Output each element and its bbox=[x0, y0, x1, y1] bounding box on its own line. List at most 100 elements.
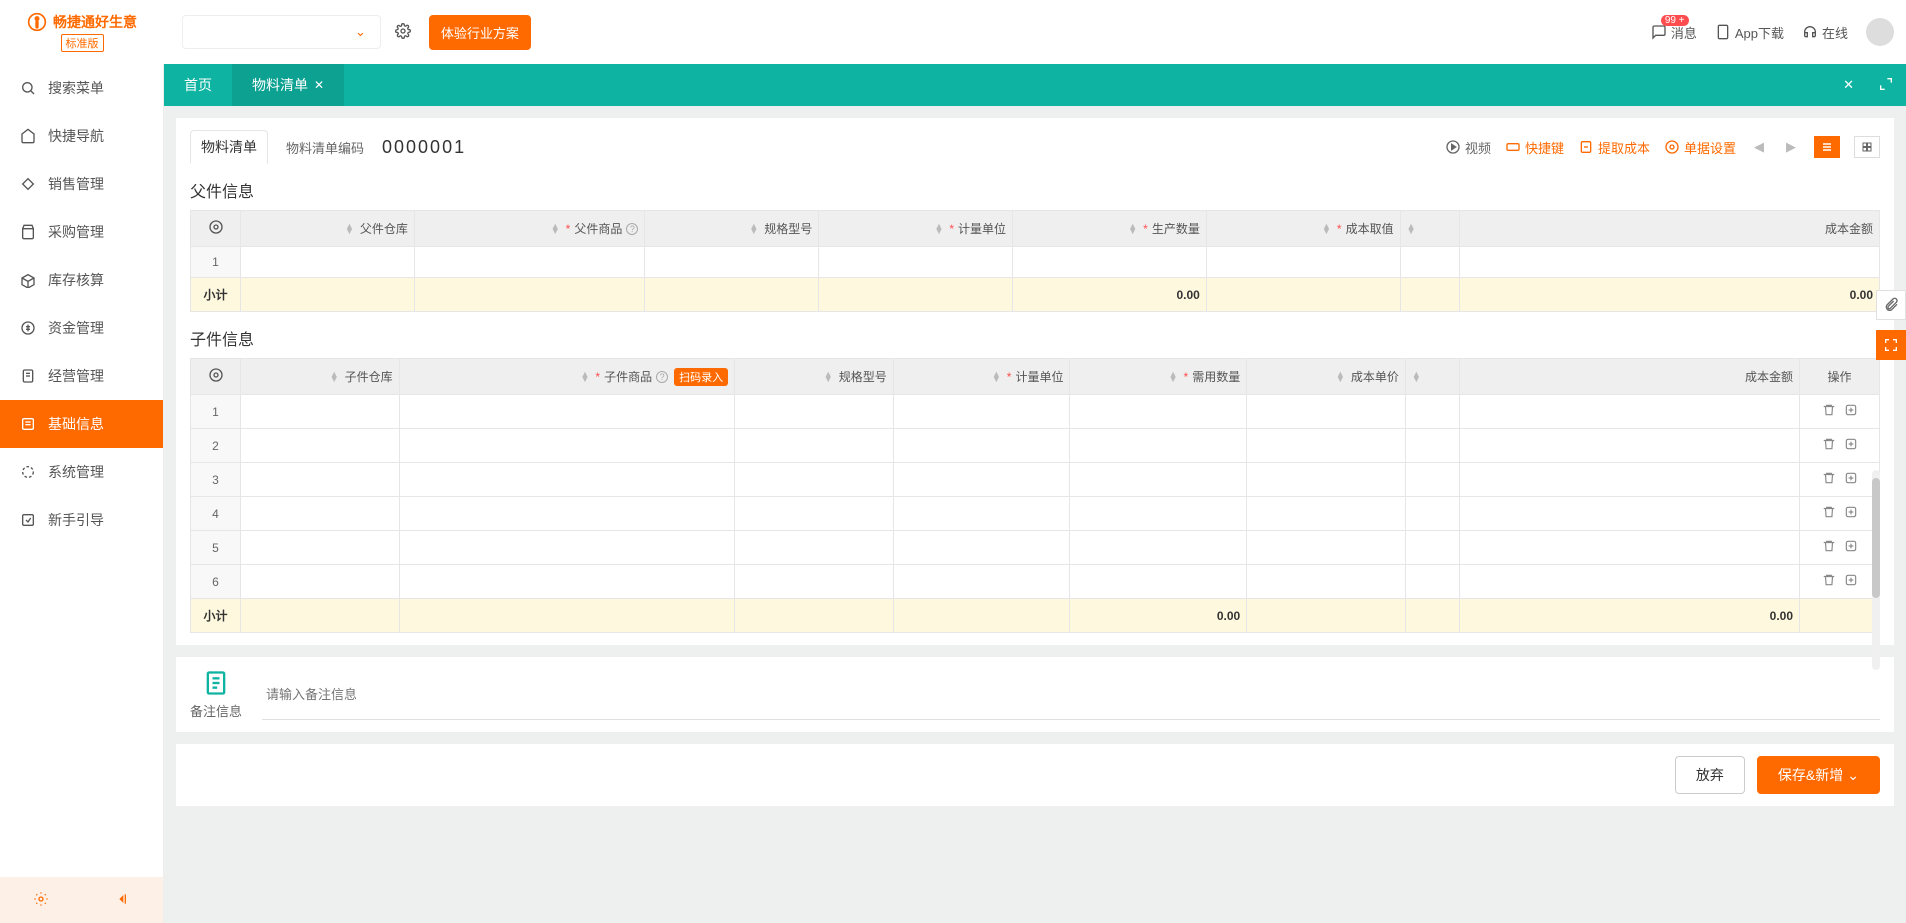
child-col-warehouse[interactable]: ▲▼子件仓库 bbox=[241, 359, 400, 395]
row-add-button[interactable] bbox=[1844, 505, 1858, 519]
child-section-title: 子件信息 bbox=[190, 326, 1880, 350]
sidebar-item-quicknav[interactable]: 快捷导航 bbox=[0, 112, 163, 160]
video-link[interactable]: 视频 bbox=[1445, 138, 1491, 157]
sidebar-item-basedata[interactable]: 基础信息 bbox=[0, 400, 163, 448]
child-col-spec[interactable]: ▲▼规格型号 bbox=[735, 359, 894, 395]
row-delete-button[interactable] bbox=[1822, 573, 1836, 587]
avatar[interactable] bbox=[1866, 18, 1894, 46]
sidebar-item-guide[interactable]: 新手引导 bbox=[0, 496, 163, 544]
child-col-unit[interactable]: ▲▼*计量单位 bbox=[893, 359, 1070, 395]
grid-icon bbox=[1860, 141, 1874, 153]
messages-button[interactable]: 99 + 消息 bbox=[1651, 23, 1697, 42]
row-delete-button[interactable] bbox=[1822, 437, 1836, 451]
parent-col-qty[interactable]: ▲▼*生产数量 bbox=[1013, 211, 1207, 247]
money-icon bbox=[20, 320, 36, 336]
sidebar-item-label: 经营管理 bbox=[48, 366, 104, 386]
child-col-extra[interactable]: ▲▼ bbox=[1405, 359, 1459, 395]
next-bill-button[interactable]: ▶ bbox=[1782, 137, 1800, 157]
bag-icon bbox=[20, 224, 36, 240]
sidebar-item-purchase[interactable]: 采购管理 bbox=[0, 208, 163, 256]
tab-home[interactable]: 首页 bbox=[164, 64, 232, 106]
bill-setting-link[interactable]: 单据设置 bbox=[1664, 138, 1736, 157]
sidebar-item-search[interactable]: 搜索菜单 bbox=[0, 64, 163, 112]
sidebar-item-finance[interactable]: 资金管理 bbox=[0, 304, 163, 352]
tab-bom[interactable]: 物料清单 ✕ bbox=[232, 64, 344, 106]
child-grid: ▲▼子件仓库 ▲▼*子件商品?扫码录入 ▲▼规格型号 ▲▼*计量单位 ▲▼*需用… bbox=[190, 358, 1880, 633]
sidebar-item-sales[interactable]: 销售管理 bbox=[0, 160, 163, 208]
parent-amount-total: 0.00 bbox=[1460, 278, 1880, 312]
parent-subtotal-label: 小计 bbox=[191, 278, 241, 312]
fullscreen-button[interactable] bbox=[1876, 330, 1906, 360]
app-header: 畅捷通好生意 标准版 ⌄ 体验行业方案 99 + 消息 App下载 在线 bbox=[0, 0, 1906, 64]
table-row[interactable]: 1 bbox=[191, 395, 1880, 429]
org-settings-button[interactable] bbox=[389, 17, 417, 48]
view-list-button[interactable] bbox=[1814, 136, 1840, 158]
brand-edition: 标准版 bbox=[61, 34, 104, 52]
sidebar-item-label: 新手引导 bbox=[48, 510, 104, 530]
shortcut-link[interactable]: 快捷键 bbox=[1505, 138, 1564, 157]
tab-expand-button[interactable] bbox=[1866, 68, 1906, 103]
clipboard-icon bbox=[20, 368, 36, 384]
brand-logo: 畅捷通好生意 标准版 bbox=[12, 12, 152, 52]
row-add-button[interactable] bbox=[1844, 539, 1858, 553]
parent-col-warehouse[interactable]: ▲▼父件仓库 bbox=[241, 211, 415, 247]
parent-col-extra[interactable]: ▲▼ bbox=[1400, 211, 1459, 247]
child-col-price[interactable]: ▲▼成本单价 bbox=[1247, 359, 1406, 395]
tag-icon bbox=[20, 176, 36, 192]
sidebar-item-label: 销售管理 bbox=[48, 174, 104, 194]
tab-close-all-button[interactable]: ✕ bbox=[1831, 69, 1866, 101]
child-col-settings[interactable] bbox=[191, 359, 241, 395]
tab-strip: 首页 物料清单 ✕ ✕ bbox=[164, 64, 1906, 106]
support-button[interactable]: 在线 bbox=[1802, 23, 1848, 42]
child-col-product[interactable]: ▲▼*子件商品?扫码录入 bbox=[399, 359, 734, 395]
row-add-button[interactable] bbox=[1844, 437, 1858, 451]
parent-col-amount[interactable]: 成本金额 bbox=[1460, 211, 1880, 247]
view-card-button[interactable] bbox=[1854, 136, 1880, 158]
search-icon bbox=[20, 80, 36, 96]
grid-scrollbar[interactable] bbox=[1872, 470, 1880, 670]
table-row[interactable]: 6 bbox=[191, 565, 1880, 599]
parent-col-spec[interactable]: ▲▼规格型号 bbox=[645, 211, 819, 247]
list-icon bbox=[1820, 141, 1834, 153]
panel-tab-bom[interactable]: 物料清单 bbox=[190, 130, 268, 164]
table-row[interactable]: 5 bbox=[191, 531, 1880, 565]
remark-input[interactable] bbox=[262, 669, 1880, 720]
row-delete-button[interactable] bbox=[1822, 505, 1836, 519]
close-icon[interactable]: ✕ bbox=[314, 78, 324, 92]
child-col-need[interactable]: ▲▼*需用数量 bbox=[1070, 359, 1247, 395]
sidebar-collapse-button[interactable] bbox=[114, 891, 130, 910]
table-row[interactable]: 2 bbox=[191, 429, 1880, 463]
row-add-button[interactable] bbox=[1844, 573, 1858, 587]
prev-bill-button[interactable]: ◀ bbox=[1750, 137, 1768, 157]
table-row[interactable]: 3 bbox=[191, 463, 1880, 497]
row-add-button[interactable] bbox=[1844, 403, 1858, 417]
discard-button[interactable]: 放弃 bbox=[1675, 756, 1745, 794]
child-amount-total: 0.00 bbox=[1460, 599, 1800, 633]
save-and-new-button[interactable]: 保存&新增 ⌄ bbox=[1757, 756, 1880, 794]
table-row[interactable]: 4 bbox=[191, 497, 1880, 531]
parent-col-settings[interactable] bbox=[191, 211, 241, 247]
sidebar-item-system[interactable]: 系统管理 bbox=[0, 448, 163, 496]
extract-cost-link[interactable]: 提取成本 bbox=[1578, 138, 1650, 157]
table-row[interactable]: 1 bbox=[191, 247, 1880, 278]
row-add-button[interactable] bbox=[1844, 471, 1858, 485]
parent-col-product[interactable]: ▲▼*父件商品? bbox=[414, 211, 644, 247]
sidebar-item-operation[interactable]: 经营管理 bbox=[0, 352, 163, 400]
parent-col-cost[interactable]: ▲▼*成本取值 bbox=[1206, 211, 1400, 247]
promo-button[interactable]: 体验行业方案 bbox=[429, 15, 531, 50]
attachment-button[interactable] bbox=[1876, 290, 1906, 320]
scan-entry-badge[interactable]: 扫码录入 bbox=[674, 368, 728, 386]
gear-icon bbox=[208, 367, 224, 383]
sidebar-settings-button[interactable] bbox=[33, 891, 49, 910]
row-delete-button[interactable] bbox=[1822, 539, 1836, 553]
download-button[interactable]: App下载 bbox=[1715, 23, 1784, 42]
row-delete-button[interactable] bbox=[1822, 471, 1836, 485]
child-col-amount[interactable]: 成本金额 bbox=[1460, 359, 1800, 395]
keyboard-icon bbox=[1505, 139, 1521, 155]
parent-col-unit[interactable]: ▲▼*计量单位 bbox=[819, 211, 1013, 247]
row-delete-button[interactable] bbox=[1822, 403, 1836, 417]
org-selector[interactable]: ⌄ bbox=[182, 15, 381, 49]
sidebar-item-inventory[interactable]: 库存核算 bbox=[0, 256, 163, 304]
gear-icon bbox=[1664, 139, 1680, 155]
info-icon: ? bbox=[656, 371, 668, 383]
